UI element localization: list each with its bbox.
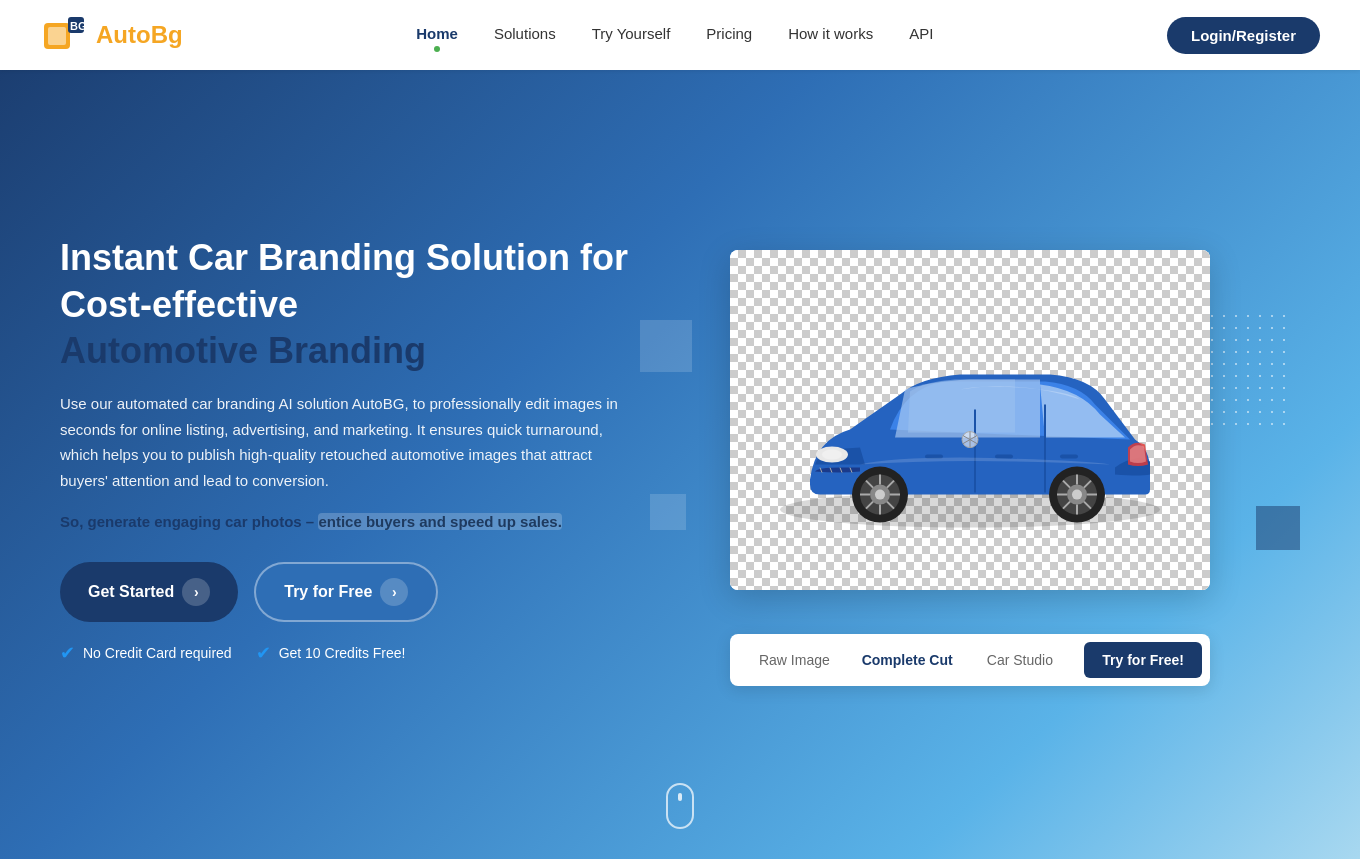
get-started-arrow-icon: › bbox=[182, 578, 210, 606]
tab-car-studio[interactable]: Car Studio bbox=[964, 638, 1077, 682]
image-tab-bar: Raw Image Complete Cut Car Studio Try fo… bbox=[730, 634, 1210, 686]
nav-item-how-it-works[interactable]: How it works bbox=[788, 25, 873, 46]
svg-rect-1 bbox=[48, 27, 66, 45]
svg-point-19 bbox=[875, 489, 885, 499]
nav-item-home[interactable]: Home bbox=[416, 25, 458, 46]
logo-text: AutoBg bbox=[96, 21, 183, 49]
login-register-button[interactable]: Login/Register bbox=[1167, 17, 1320, 54]
hero-tagline: So, generate engaging car photos – entic… bbox=[60, 513, 640, 530]
hero-badges: ✔ No Credit Card required ✔ Get 10 Credi… bbox=[60, 642, 640, 664]
tab-try-free-button[interactable]: Try for Free! bbox=[1084, 642, 1202, 678]
hero-buttons: Get Started › Try for Free › bbox=[60, 562, 640, 622]
svg-rect-14 bbox=[995, 454, 1013, 458]
nav-item-try-yourself[interactable]: Try Yourself bbox=[592, 25, 671, 46]
nav-item-solutions[interactable]: Solutions bbox=[494, 25, 556, 46]
deco-square-tl bbox=[640, 320, 692, 372]
tab-raw-image[interactable]: Raw Image bbox=[738, 638, 851, 682]
try-for-free-button[interactable]: Try for Free › bbox=[254, 562, 438, 622]
checkmark-icon-2: ✔ bbox=[256, 642, 271, 664]
tab-complete-cut[interactable]: Complete Cut bbox=[851, 638, 964, 682]
logo-icon: BG bbox=[40, 11, 88, 59]
image-panel bbox=[730, 250, 1210, 590]
svg-rect-15 bbox=[1060, 454, 1078, 458]
svg-point-8 bbox=[822, 449, 842, 459]
hero-section: Instant Car Branding Solution for Cost-e… bbox=[0, 0, 1360, 859]
nav-links: Home Solutions Try Yourself Pricing How … bbox=[416, 25, 933, 46]
nav-item-pricing[interactable]: Pricing bbox=[706, 25, 752, 46]
deco-square-bl bbox=[650, 494, 686, 530]
scroll-dot bbox=[678, 793, 682, 801]
svg-point-31 bbox=[1072, 489, 1082, 499]
scroll-indicator bbox=[666, 783, 694, 829]
hero-right: Raw Image Complete Cut Car Studio Try fo… bbox=[640, 270, 1300, 630]
hero-title: Instant Car Branding Solution for Cost-e… bbox=[60, 235, 640, 375]
badge-no-credit-card: ✔ No Credit Card required bbox=[60, 642, 232, 664]
hero-description: Use our automated car branding AI soluti… bbox=[60, 391, 640, 493]
image-panel-wrapper: Raw Image Complete Cut Car Studio Try fo… bbox=[730, 250, 1210, 630]
checkmark-icon-1: ✔ bbox=[60, 642, 75, 664]
navbar: BG AutoBg Home Solutions Try Yourself Pr… bbox=[0, 0, 1360, 70]
scroll-mouse-icon bbox=[666, 783, 694, 829]
try-free-arrow-icon: › bbox=[380, 578, 408, 606]
logo[interactable]: BG AutoBg bbox=[40, 11, 183, 59]
svg-text:BG: BG bbox=[70, 20, 87, 32]
deco-square-br bbox=[1256, 506, 1300, 550]
nav-item-api[interactable]: API bbox=[909, 25, 933, 46]
hero-left: Instant Car Branding Solution for Cost-e… bbox=[60, 235, 640, 664]
get-started-button[interactable]: Get Started › bbox=[60, 562, 238, 622]
car-image bbox=[760, 309, 1180, 539]
badge-free-credits: ✔ Get 10 Credits Free! bbox=[256, 642, 406, 664]
